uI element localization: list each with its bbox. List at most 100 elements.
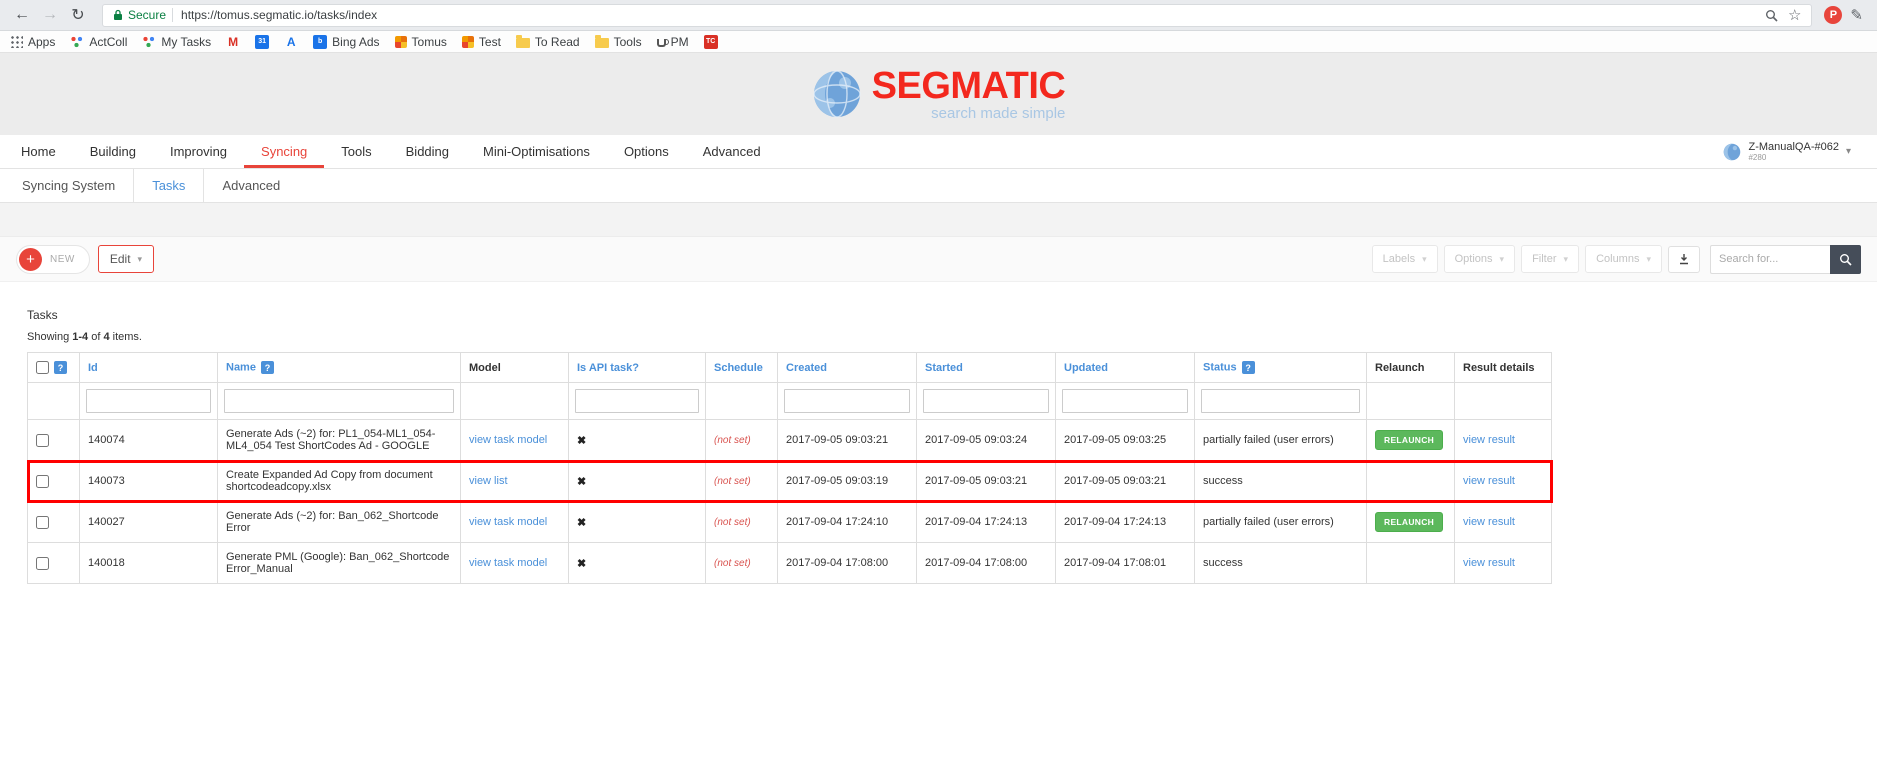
cell-name: Generate Ads (~2) for: Ban_062_Shortcode… <box>217 501 461 543</box>
filter-input-started[interactable] <box>923 389 1049 413</box>
col-header-name[interactable]: Name? <box>217 352 461 383</box>
bookmark-item-test[interactable]: Test <box>461 35 501 49</box>
cell-created: 2017-09-05 09:03:19 <box>777 460 917 502</box>
bookmark-item-pm[interactable]: PM <box>656 35 689 49</box>
nav-item-building[interactable]: Building <box>73 135 153 168</box>
relaunch-button[interactable]: RELAUNCH <box>1375 512 1444 532</box>
filter-input-created[interactable] <box>784 389 910 413</box>
url-text: https://tomus.segmatic.io/tasks/index <box>181 8 378 22</box>
model-link[interactable]: view task model <box>469 557 547 569</box>
address-bar[interactable]: Secure https://tomus.segmatic.io/tasks/i… <box>102 3 1813 27</box>
column-label[interactable]: Created <box>786 362 827 374</box>
page-title: Tasks <box>27 308 58 322</box>
new-button[interactable]: + NEW <box>16 244 90 274</box>
grid4-icon <box>394 35 407 48</box>
nav-item-tools[interactable]: Tools <box>324 135 388 168</box>
col-header-created[interactable]: Created <box>777 352 917 383</box>
cell-name: Generate Ads (~2) for: PL1_054-ML1_054-M… <box>217 419 461 461</box>
column-label[interactable]: Id <box>88 362 98 374</box>
bookmark-item-tile[interactable]: 31 <box>255 34 270 49</box>
model-link[interactable]: view task model <box>469 516 547 528</box>
labels-dropdown[interactable]: Labels ▾ <box>1371 245 1438 273</box>
result-link[interactable]: view result <box>1463 557 1515 569</box>
col-header-schedule[interactable]: Schedule <box>705 352 778 383</box>
search-input[interactable] <box>1710 244 1830 274</box>
pencil-extension-icon[interactable]: ✎ <box>1850 6 1863 24</box>
bookmark-item-to-read[interactable]: To Read <box>515 35 580 49</box>
refresh-button[interactable]: ↻ <box>66 5 90 25</box>
nav-item-mini-optimisations[interactable]: Mini-Optimisations <box>466 135 607 168</box>
model-link[interactable]: view list <box>469 475 508 487</box>
select-all-checkbox[interactable] <box>36 361 49 374</box>
folder-icon <box>515 35 530 48</box>
forward-button[interactable]: → <box>38 6 62 24</box>
bookmark-star-icon[interactable]: ☆ <box>1788 6 1801 24</box>
extension-p-icon[interactable]: P <box>1824 6 1843 24</box>
bookmark-item-actcoll[interactable]: ActColl <box>70 34 127 49</box>
column-label: Result details <box>1463 361 1535 374</box>
subnav-item-syncing-system[interactable]: Syncing System <box>4 169 133 202</box>
help-icon[interactable]: ? <box>54 361 67 374</box>
model-link[interactable]: view task model <box>469 434 547 446</box>
result-link[interactable]: view result <box>1463 434 1515 446</box>
column-label[interactable]: Started <box>925 362 963 374</box>
options-dropdown[interactable]: Options ▾ <box>1443 245 1516 273</box>
filter-input-id[interactable] <box>86 389 211 413</box>
column-label[interactable]: Name <box>226 361 256 373</box>
bookmark-label: My Tasks <box>161 34 212 49</box>
row-checkbox[interactable] <box>36 556 49 570</box>
filter-dropdown[interactable]: Filter ▾ <box>1521 245 1580 273</box>
col-header-is-api-task[interactable]: Is API task? <box>568 352 706 383</box>
help-icon[interactable]: ? <box>260 361 274 374</box>
nav-item-syncing[interactable]: Syncing <box>244 135 324 168</box>
bookmark-item-tomus[interactable]: Tomus <box>394 35 447 49</box>
nav-item-options[interactable]: Options <box>607 135 686 168</box>
row-checkbox[interactable] <box>36 474 49 488</box>
nav-item-home[interactable]: Home <box>4 135 73 168</box>
help-icon[interactable]: ? <box>1241 361 1255 374</box>
search-button[interactable] <box>1830 244 1861 274</box>
filter-cell <box>1366 382 1455 420</box>
bookmark-item-apps[interactable]: Apps <box>10 35 55 49</box>
subnav-item-tasks[interactable]: Tasks <box>133 169 205 202</box>
row-checkbox[interactable] <box>36 515 49 529</box>
bookmark-item-bing-ads[interactable]: b Bing Ads <box>313 34 380 49</box>
cell-result-details: view result <box>1454 419 1552 461</box>
result-link[interactable]: view result <box>1463 475 1515 487</box>
nav-item-improving[interactable]: Improving <box>153 135 244 168</box>
export-download-button[interactable] <box>1668 245 1700 273</box>
relaunch-button[interactable]: RELAUNCH <box>1375 430 1444 450</box>
tile-icon: TC <box>703 34 718 49</box>
nav-item-advanced[interactable]: Advanced <box>686 135 778 168</box>
col-header-status[interactable]: Status? <box>1194 352 1367 383</box>
row-checkbox[interactable] <box>36 433 49 447</box>
column-label[interactable]: Updated <box>1064 362 1108 374</box>
cell-created: 2017-09-05 09:03:21 <box>777 419 917 461</box>
bookmark-item-letter[interactable]: M <box>226 35 240 49</box>
zoom-icon[interactable] <box>1765 9 1778 22</box>
subnav-item-advanced[interactable]: Advanced <box>204 169 298 202</box>
select-all-cell: ? <box>27 352 80 383</box>
nav-item-bidding[interactable]: Bidding <box>389 135 466 168</box>
bookmark-item-letter[interactable]: A <box>284 35 298 49</box>
col-header-started[interactable]: Started <box>916 352 1056 383</box>
filter-input-name[interactable] <box>224 389 454 413</box>
col-header-id[interactable]: Id <box>79 352 218 383</box>
result-link[interactable]: view result <box>1463 516 1515 528</box>
column-label[interactable]: Schedule <box>714 362 763 374</box>
bookmark-item-tools[interactable]: Tools <box>594 35 642 49</box>
column-label[interactable]: Status <box>1203 361 1237 373</box>
columns-dropdown[interactable]: Columns ▾ <box>1585 245 1662 273</box>
col-header-updated[interactable]: Updated <box>1055 352 1195 383</box>
column-label[interactable]: Is API task? <box>577 362 639 374</box>
edit-dropdown[interactable]: Edit ▾ <box>97 245 155 273</box>
row-select-cell <box>27 419 80 461</box>
filter-input-updated[interactable] <box>1062 389 1188 413</box>
filter-empty-cell <box>27 382 80 420</box>
filter-input-is-api-task[interactable] <box>575 389 699 413</box>
back-button[interactable]: ← <box>10 6 34 24</box>
user-menu[interactable]: Z-ManualQA-#062 #280 ▾ <box>1723 135 1873 168</box>
bookmark-item-my-tasks[interactable]: My Tasks <box>142 34 212 49</box>
bookmark-item-tile[interactable]: TC <box>703 34 718 49</box>
filter-input-status[interactable] <box>1201 389 1360 413</box>
